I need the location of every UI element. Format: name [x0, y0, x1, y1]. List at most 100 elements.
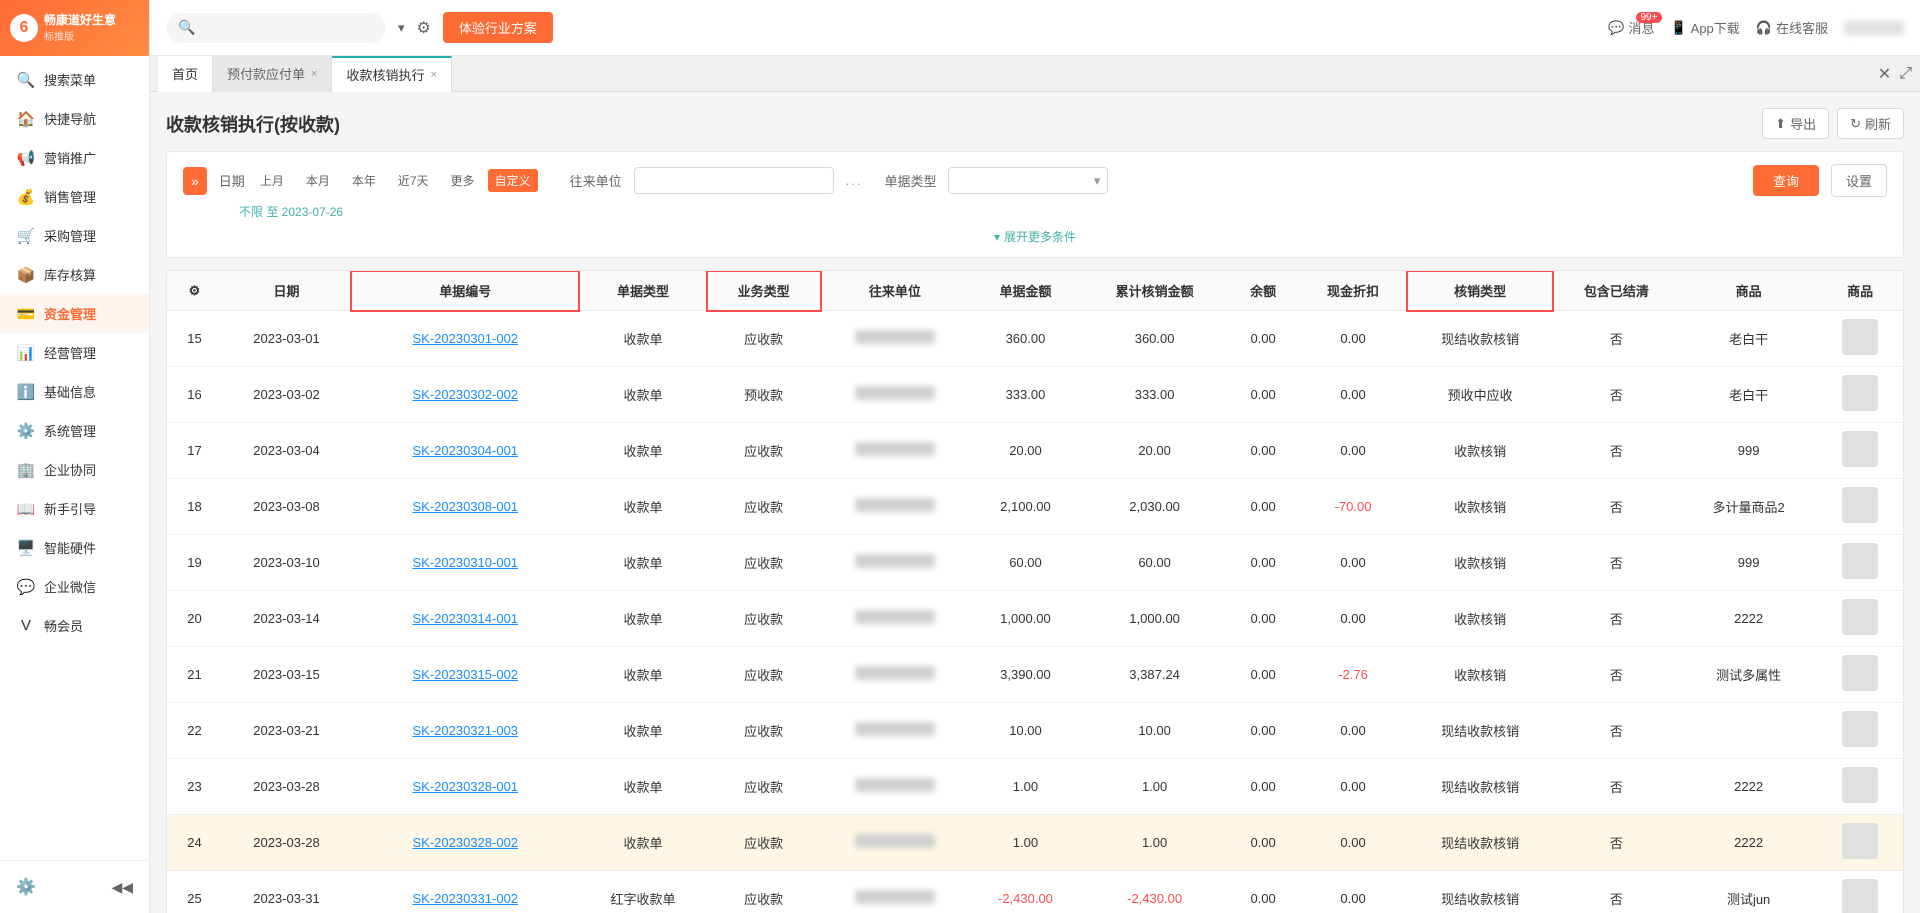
sidebar-item-purchase[interactable]: 🛒 采购管理 [0, 216, 149, 255]
sidebar-item-sales[interactable]: 💰 销售管理 [0, 177, 149, 216]
th-partner[interactable]: 往来单位 [821, 271, 969, 311]
topbar-app-download[interactable]: 📱 App下载 [1670, 18, 1739, 37]
sidebar-item-member[interactable]: V 畅会员 [0, 606, 149, 645]
cell-cash-discount: 0.00 [1299, 871, 1408, 913]
cell-date: 2023-03-31 [222, 871, 351, 913]
th-verify-type[interactable]: 核销类型 [1407, 271, 1553, 311]
filter-row-main: » 日期 上月 本月 本年 近7天 更多 自定义 往来单位 [183, 164, 1887, 197]
topbar-service[interactable]: 🎧 在线客服 [1756, 18, 1828, 37]
cell-include-settled: 否 [1553, 871, 1680, 913]
cell-doc-no[interactable]: SK-20230304-001 [351, 423, 579, 479]
cell-doc-type: 收款单 [579, 647, 706, 703]
cell-product: 测试jun [1680, 871, 1817, 913]
cell-doc-no[interactable]: SK-20230328-002 [351, 815, 579, 871]
refresh-button[interactable]: ↻ 刷新 [1837, 108, 1904, 139]
sidebar-item-quick-nav[interactable]: 🏠 快捷导航 [0, 99, 149, 138]
sidebar-item-inventory[interactable]: 📦 库存核算 [0, 255, 149, 294]
filter-dots[interactable]: ... [846, 173, 863, 188]
page-header-actions: ⬆ 导出 ↻ 刷新 [1762, 108, 1904, 139]
tab-home[interactable]: 首页 [158, 56, 213, 92]
cell-doc-type: 收款单 [579, 311, 706, 367]
date-btn-7days[interactable]: 近7天 [389, 169, 438, 192]
cell-doc-no[interactable]: SK-20230321-003 [351, 703, 579, 759]
sidebar-nav: 🔍 搜索菜单 🏠 快捷导航 📢 营销推广 💰 销售管理 🛒 采购管理 📦 库存核… [0, 56, 149, 860]
sidebar-collapse-icon[interactable]: ◀◀ [111, 879, 133, 896]
cell-product2 [1817, 871, 1903, 913]
th-doc-no[interactable]: 单据编号 [351, 271, 579, 311]
tab-prepay-orders[interactable]: 预付款应付单 × [213, 56, 332, 92]
setting-button[interactable]: 设置 [1831, 164, 1887, 197]
th-settings[interactable]: ⚙ [167, 271, 222, 311]
cell-partner [821, 591, 969, 647]
th-verify-amount[interactable]: 累计核销金额 [1082, 271, 1228, 311]
expand-conditions-btn[interactable]: ▾ 展开更多条件 [994, 228, 1076, 245]
cell-product [1680, 703, 1817, 759]
cell-doc-type: 收款单 [579, 535, 706, 591]
tab-close-all-icon[interactable]: ✕ [1878, 64, 1891, 84]
date-btn-this-month[interactable]: 本月 [297, 169, 339, 192]
th-product2[interactable]: 商品 [1817, 271, 1903, 311]
sidebar-item-marketing[interactable]: 📢 营销推广 [0, 138, 149, 177]
th-cash-discount[interactable]: 现金折扣 [1299, 271, 1408, 311]
cell-product2 [1817, 479, 1903, 535]
sidebar-item-enterprise[interactable]: 🏢 企业协同 [0, 450, 149, 489]
date-btn-more[interactable]: 更多 [442, 169, 484, 192]
system-icon: ⚙️ [16, 422, 36, 440]
sidebar-settings-icon[interactable]: ⚙️ [16, 877, 36, 897]
th-balance[interactable]: 余额 [1227, 271, 1298, 311]
phone-icon: 📱 [1670, 20, 1686, 36]
cell-doc-no[interactable]: SK-20230310-001 [351, 535, 579, 591]
filter-collapse-btn[interactable]: » [183, 167, 207, 195]
sidebar-item-hardware[interactable]: 🖥️ 智能硬件 [0, 528, 149, 567]
tab-prepay-close-icon[interactable]: × [311, 68, 317, 80]
cell-product: 老白干 [1680, 367, 1817, 423]
topbar-gear-icon[interactable]: ⚙ [417, 18, 431, 38]
cell-doc-no[interactable]: SK-20230308-001 [351, 479, 579, 535]
date-btn-last-month[interactable]: 上月 [251, 169, 293, 192]
marketing-icon: 📢 [16, 149, 36, 167]
th-include-settled[interactable]: 包含已结清 [1553, 271, 1680, 311]
th-date[interactable]: 日期 [222, 271, 351, 311]
cell-cash-discount: 0.00 [1299, 591, 1408, 647]
cell-doc-no[interactable]: SK-20230301-002 [351, 311, 579, 367]
cell-biz-type: 应收款 [707, 703, 821, 759]
column-settings-icon[interactable]: ⚙ [189, 283, 201, 298]
cell-product2 [1817, 367, 1903, 423]
export-icon: ⬆ [1775, 116, 1786, 132]
cell-include-settled: 否 [1553, 591, 1680, 647]
cell-doc-no[interactable]: SK-20230302-002 [351, 367, 579, 423]
th-biz-type[interactable]: 业务类型 [707, 271, 821, 311]
doc-type-select[interactable] [948, 167, 1108, 194]
tab-receipt-verify[interactable]: 收款核销执行 × [332, 56, 451, 92]
query-button[interactable]: 查询 [1753, 165, 1819, 196]
tab-expand-icon[interactable]: ⤢ [1899, 65, 1912, 83]
topbar-dropdown[interactable]: ▾ [398, 20, 405, 36]
th-doc-type[interactable]: 单据类型 [579, 271, 706, 311]
sidebar-item-system[interactable]: ⚙️ 系统管理 [0, 411, 149, 450]
date-btn-this-year[interactable]: 本年 [343, 169, 385, 192]
sidebar-item-basic-info[interactable]: ℹ️ 基础信息 [0, 372, 149, 411]
sidebar-item-guide[interactable]: 📖 新手引导 [0, 489, 149, 528]
cell-doc-no[interactable]: SK-20230328-001 [351, 759, 579, 815]
cell-doc-no[interactable]: SK-20230314-001 [351, 591, 579, 647]
th-doc-amount[interactable]: 单据金额 [969, 271, 1082, 311]
topbar-message[interactable]: 💬 消息 99+ [1608, 18, 1654, 37]
cell-balance: 0.00 [1227, 367, 1298, 423]
cell-seq: 21 [167, 647, 222, 703]
date-options: 上月 本月 本年 近7天 更多 自定义 [251, 169, 538, 192]
cell-doc-amount: 360.00 [969, 311, 1082, 367]
sidebar-item-operations[interactable]: 📊 经营管理 [0, 333, 149, 372]
sidebar-item-wechat[interactable]: 💬 企业微信 [0, 567, 149, 606]
cell-partner [821, 311, 969, 367]
partner-input[interactable] [634, 167, 834, 194]
cell-doc-no[interactable]: SK-20230315-002 [351, 647, 579, 703]
sidebar-item-search-menu[interactable]: 🔍 搜索菜单 [0, 60, 149, 99]
sidebar-item-finance[interactable]: 💳 资金管理 [0, 294, 149, 333]
th-product[interactable]: 商品 [1680, 271, 1817, 311]
export-button[interactable]: ⬆ 导出 [1762, 108, 1829, 139]
cell-doc-no[interactable]: SK-20230331-002 [351, 871, 579, 913]
tab-receipt-close-icon[interactable]: × [430, 69, 436, 81]
date-btn-custom[interactable]: 自定义 [488, 169, 538, 192]
solution-button[interactable]: 体验行业方案 [443, 12, 553, 43]
cell-product: 2222 [1680, 759, 1817, 815]
